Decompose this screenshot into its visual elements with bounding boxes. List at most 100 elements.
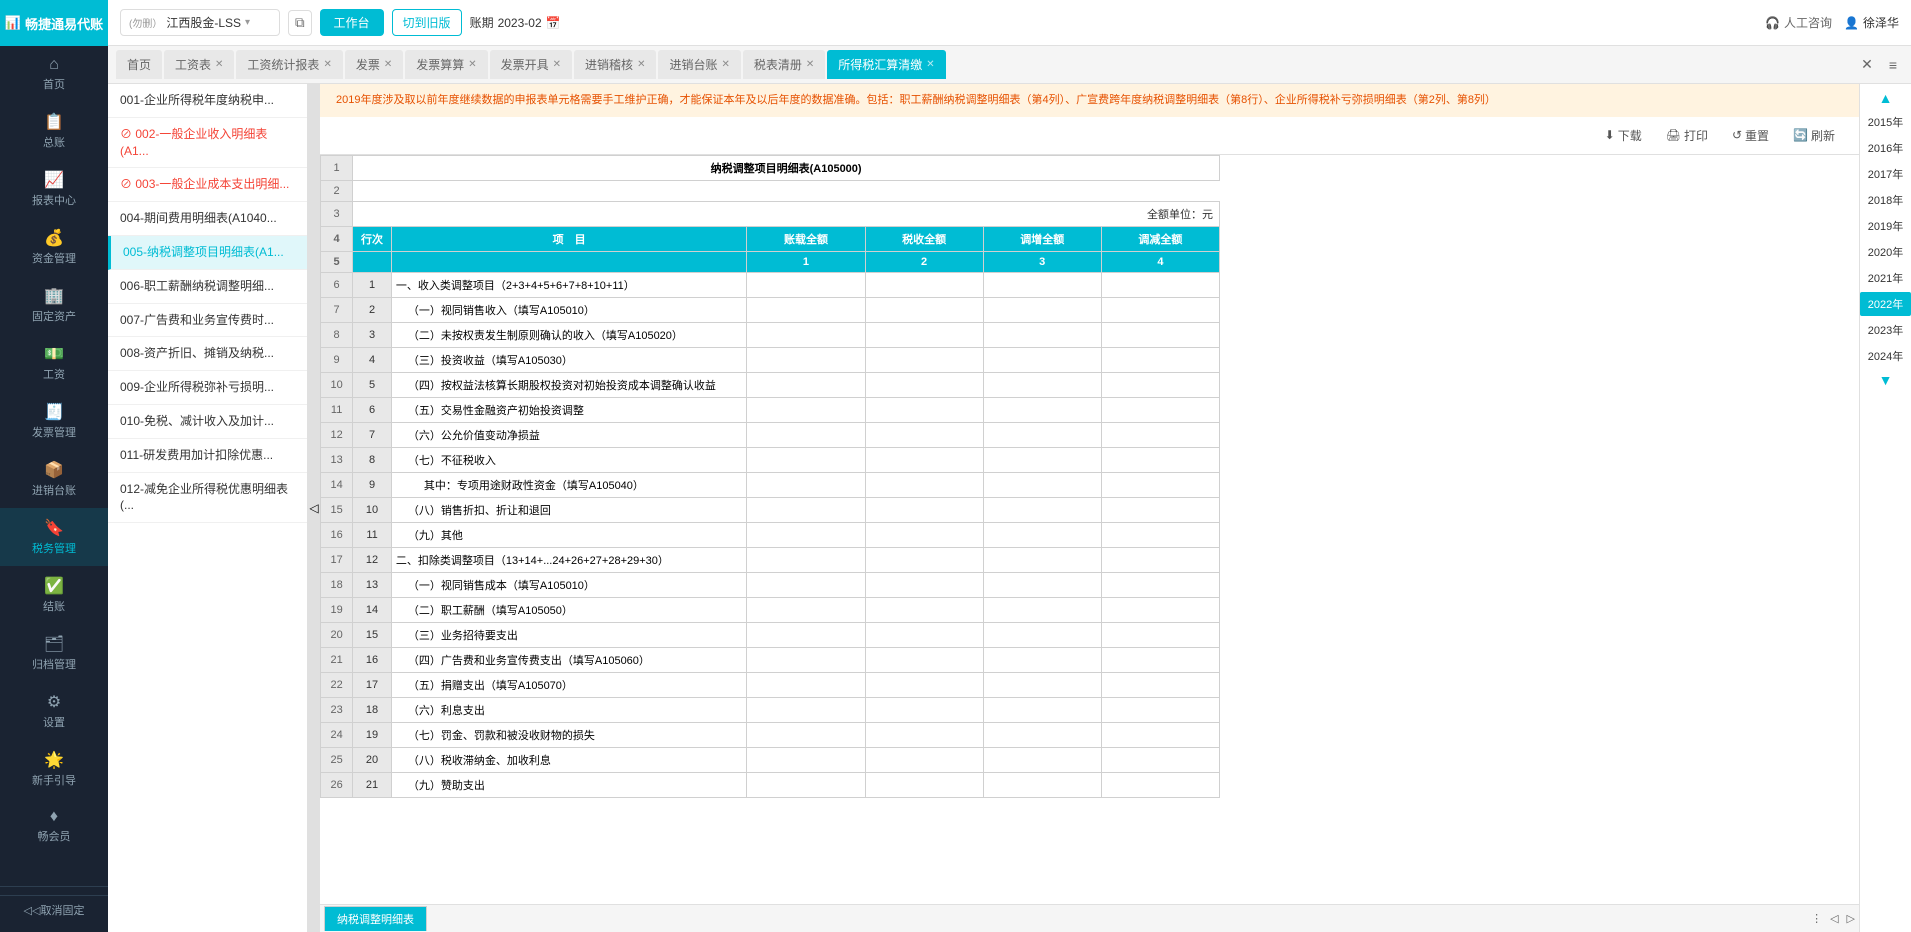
col-e-11[interactable] [983,522,1101,547]
col-f-6[interactable] [1101,397,1219,422]
col-d-18[interactable] [865,697,983,722]
col-f-10[interactable] [1101,497,1219,522]
col-e-1[interactable] [983,272,1101,297]
col-d-17[interactable] [865,672,983,697]
col-label-10[interactable]: （八）销售折扣、折让和退回 [391,497,747,522]
col-label-6[interactable]: （五）交易性金融资产初始投资调整 [391,397,747,422]
tab-invoice-calc[interactable]: 发票算算✕ [405,50,487,79]
col-label-17[interactable]: （五）捐赠支出（填写A105070） [391,672,747,697]
col-label-20[interactable]: （八）税收滞纳金、加收利息 [391,747,747,772]
col-e-9[interactable] [983,472,1101,497]
col-d-11[interactable] [865,522,983,547]
col-e-5[interactable] [983,372,1101,397]
service-button[interactable]: 🎧 人工咨询 [1765,14,1832,31]
left-panel-item-advert-fee[interactable]: 007-广告费和业务宣传费时... [108,304,307,338]
col-label-1[interactable]: 一、收入类调整项目（2+3+4+5+6+7+8+10+11） [391,272,747,297]
col-c-15[interactable] [747,622,865,647]
col-e-14[interactable] [983,597,1101,622]
tab-close-invoice[interactable]: ✕ [384,59,392,70]
col-f-4[interactable] [1101,347,1219,372]
col-f-18[interactable] [1101,697,1219,722]
col-label-9[interactable]: 其中：专项用途财政性资金（填写A105040） [391,472,747,497]
col-label-14[interactable]: （二）职工薪酬（填写A105050） [391,597,747,622]
col-e-19[interactable] [983,722,1101,747]
col-e-13[interactable] [983,572,1101,597]
col-label-4[interactable]: （三）投资收益（填写A105030） [391,347,747,372]
col-d-9[interactable] [865,472,983,497]
scroll-right-icon[interactable]: ▷ [1847,912,1855,925]
year-item-2023年[interactable]: 2023年 [1860,318,1911,342]
tab-close-tax-clear[interactable]: ✕ [806,59,814,70]
col-label-18[interactable]: （六）利息支出 [391,697,747,722]
tab-tax-clear[interactable]: 税表清册✕ [743,50,825,79]
col-c-11[interactable] [747,522,865,547]
sidebar-item-assets-mgmt[interactable]: 💰资金管理 [0,218,108,276]
year-nav-up[interactable]: ▲ [1877,88,1895,108]
col-f-2[interactable] [1101,297,1219,322]
year-item-2018年[interactable]: 2018年 [1860,188,1911,212]
col-c-16[interactable] [747,647,865,672]
col-c-1[interactable] [747,272,865,297]
sidebar-item-vip[interactable]: ♦畅会员 [0,798,108,854]
copy-button[interactable]: ⧉ [288,10,312,36]
year-item-2020年[interactable]: 2020年 [1860,240,1911,264]
col-f-20[interactable] [1101,747,1219,772]
col-label-2[interactable]: （一）视同销售收入（填写A105010） [391,297,747,322]
tab-close-income-tax[interactable]: ✕ [926,59,934,70]
col-c-21[interactable] [747,772,865,797]
col-c-8[interactable] [747,447,865,472]
col-c-4[interactable] [747,347,865,372]
left-panel-collapse[interactable]: ◁ [308,84,320,932]
col-e-21[interactable] [983,772,1101,797]
scroll-left-icon[interactable]: ◁ [1830,912,1838,925]
col-e-16[interactable] [983,647,1101,672]
tab-close-invoice-calc[interactable]: ✕ [468,59,476,70]
sidebar-item-purchase-ledger[interactable]: 📦进销台账 [0,450,108,508]
col-d-12[interactable] [865,547,983,572]
reset-button[interactable]: ↺ 重置 [1724,123,1777,148]
col-d-20[interactable] [865,747,983,772]
year-item-2021年[interactable]: 2021年 [1860,266,1911,290]
col-f-15[interactable] [1101,622,1219,647]
col-c-9[interactable] [747,472,865,497]
col-c-18[interactable] [747,697,865,722]
tab-income-tax[interactable]: 所得税汇算清缴✕ [827,50,945,79]
col-c-3[interactable] [747,322,865,347]
sidebar-item-settings[interactable]: ⚙设置 [0,682,108,740]
year-item-2022年[interactable]: 2022年 [1860,292,1911,316]
switch-old-button[interactable]: 切到旧版 [392,9,462,36]
col-d-7[interactable] [865,422,983,447]
left-panel-item-rd-expense[interactable]: 011-研发费用加计扣除优惠... [108,439,307,473]
left-panel-item-tax-refund[interactable]: 009-企业所得税弥补亏损明... [108,371,307,405]
download-button[interactable]: ⬇ 下载 [1597,123,1650,148]
sidebar-item-payroll[interactable]: 💵工资 [0,334,108,392]
col-d-14[interactable] [865,597,983,622]
col-c-10[interactable] [747,497,865,522]
col-c-13[interactable] [747,572,865,597]
tab-payroll[interactable]: 工资表✕ [164,50,234,79]
sidebar-item-archive[interactable]: 🗂归档管理 [0,624,108,682]
left-panel-item-salary-adjust[interactable]: 006-职工薪酬纳税调整明细... [108,270,307,304]
left-panel-item-asset-deprec[interactable]: 008-资产折旧、摊销及纳税... [108,337,307,371]
left-panel-item-general-cost[interactable]: 003-一般企业成本支出明细... [108,168,307,202]
bottom-tab-tax-adjust-sheet[interactable]: 纳税调整明细表 [324,906,427,931]
col-e-6[interactable] [983,397,1101,422]
col-e-20[interactable] [983,747,1101,772]
col-e-15[interactable] [983,622,1101,647]
tab-purchase-check[interactable]: 进销稽核✕ [574,50,656,79]
tab-home[interactable]: 首页 [116,50,162,79]
col-c-2[interactable] [747,297,865,322]
refresh-button[interactable]: 🔄 刷新 [1785,123,1843,148]
tab-invoice[interactable]: 发票✕ [345,50,403,79]
col-d-5[interactable] [865,372,983,397]
col-d-2[interactable] [865,297,983,322]
col-d-13[interactable] [865,572,983,597]
tab-close-purchase-check[interactable]: ✕ [637,59,645,70]
col-f-14[interactable] [1101,597,1219,622]
col-f-13[interactable] [1101,572,1219,597]
sidebar-item-ledger[interactable]: 📋总账 [0,102,108,160]
left-panel-item-reduce-tax[interactable]: 012-减免企业所得税优惠明细表(... [108,473,307,524]
col-d-1[interactable] [865,272,983,297]
left-panel-item-corp-income-tax[interactable]: 001-企业所得税年度纳税申... [108,84,307,118]
col-f-8[interactable] [1101,447,1219,472]
